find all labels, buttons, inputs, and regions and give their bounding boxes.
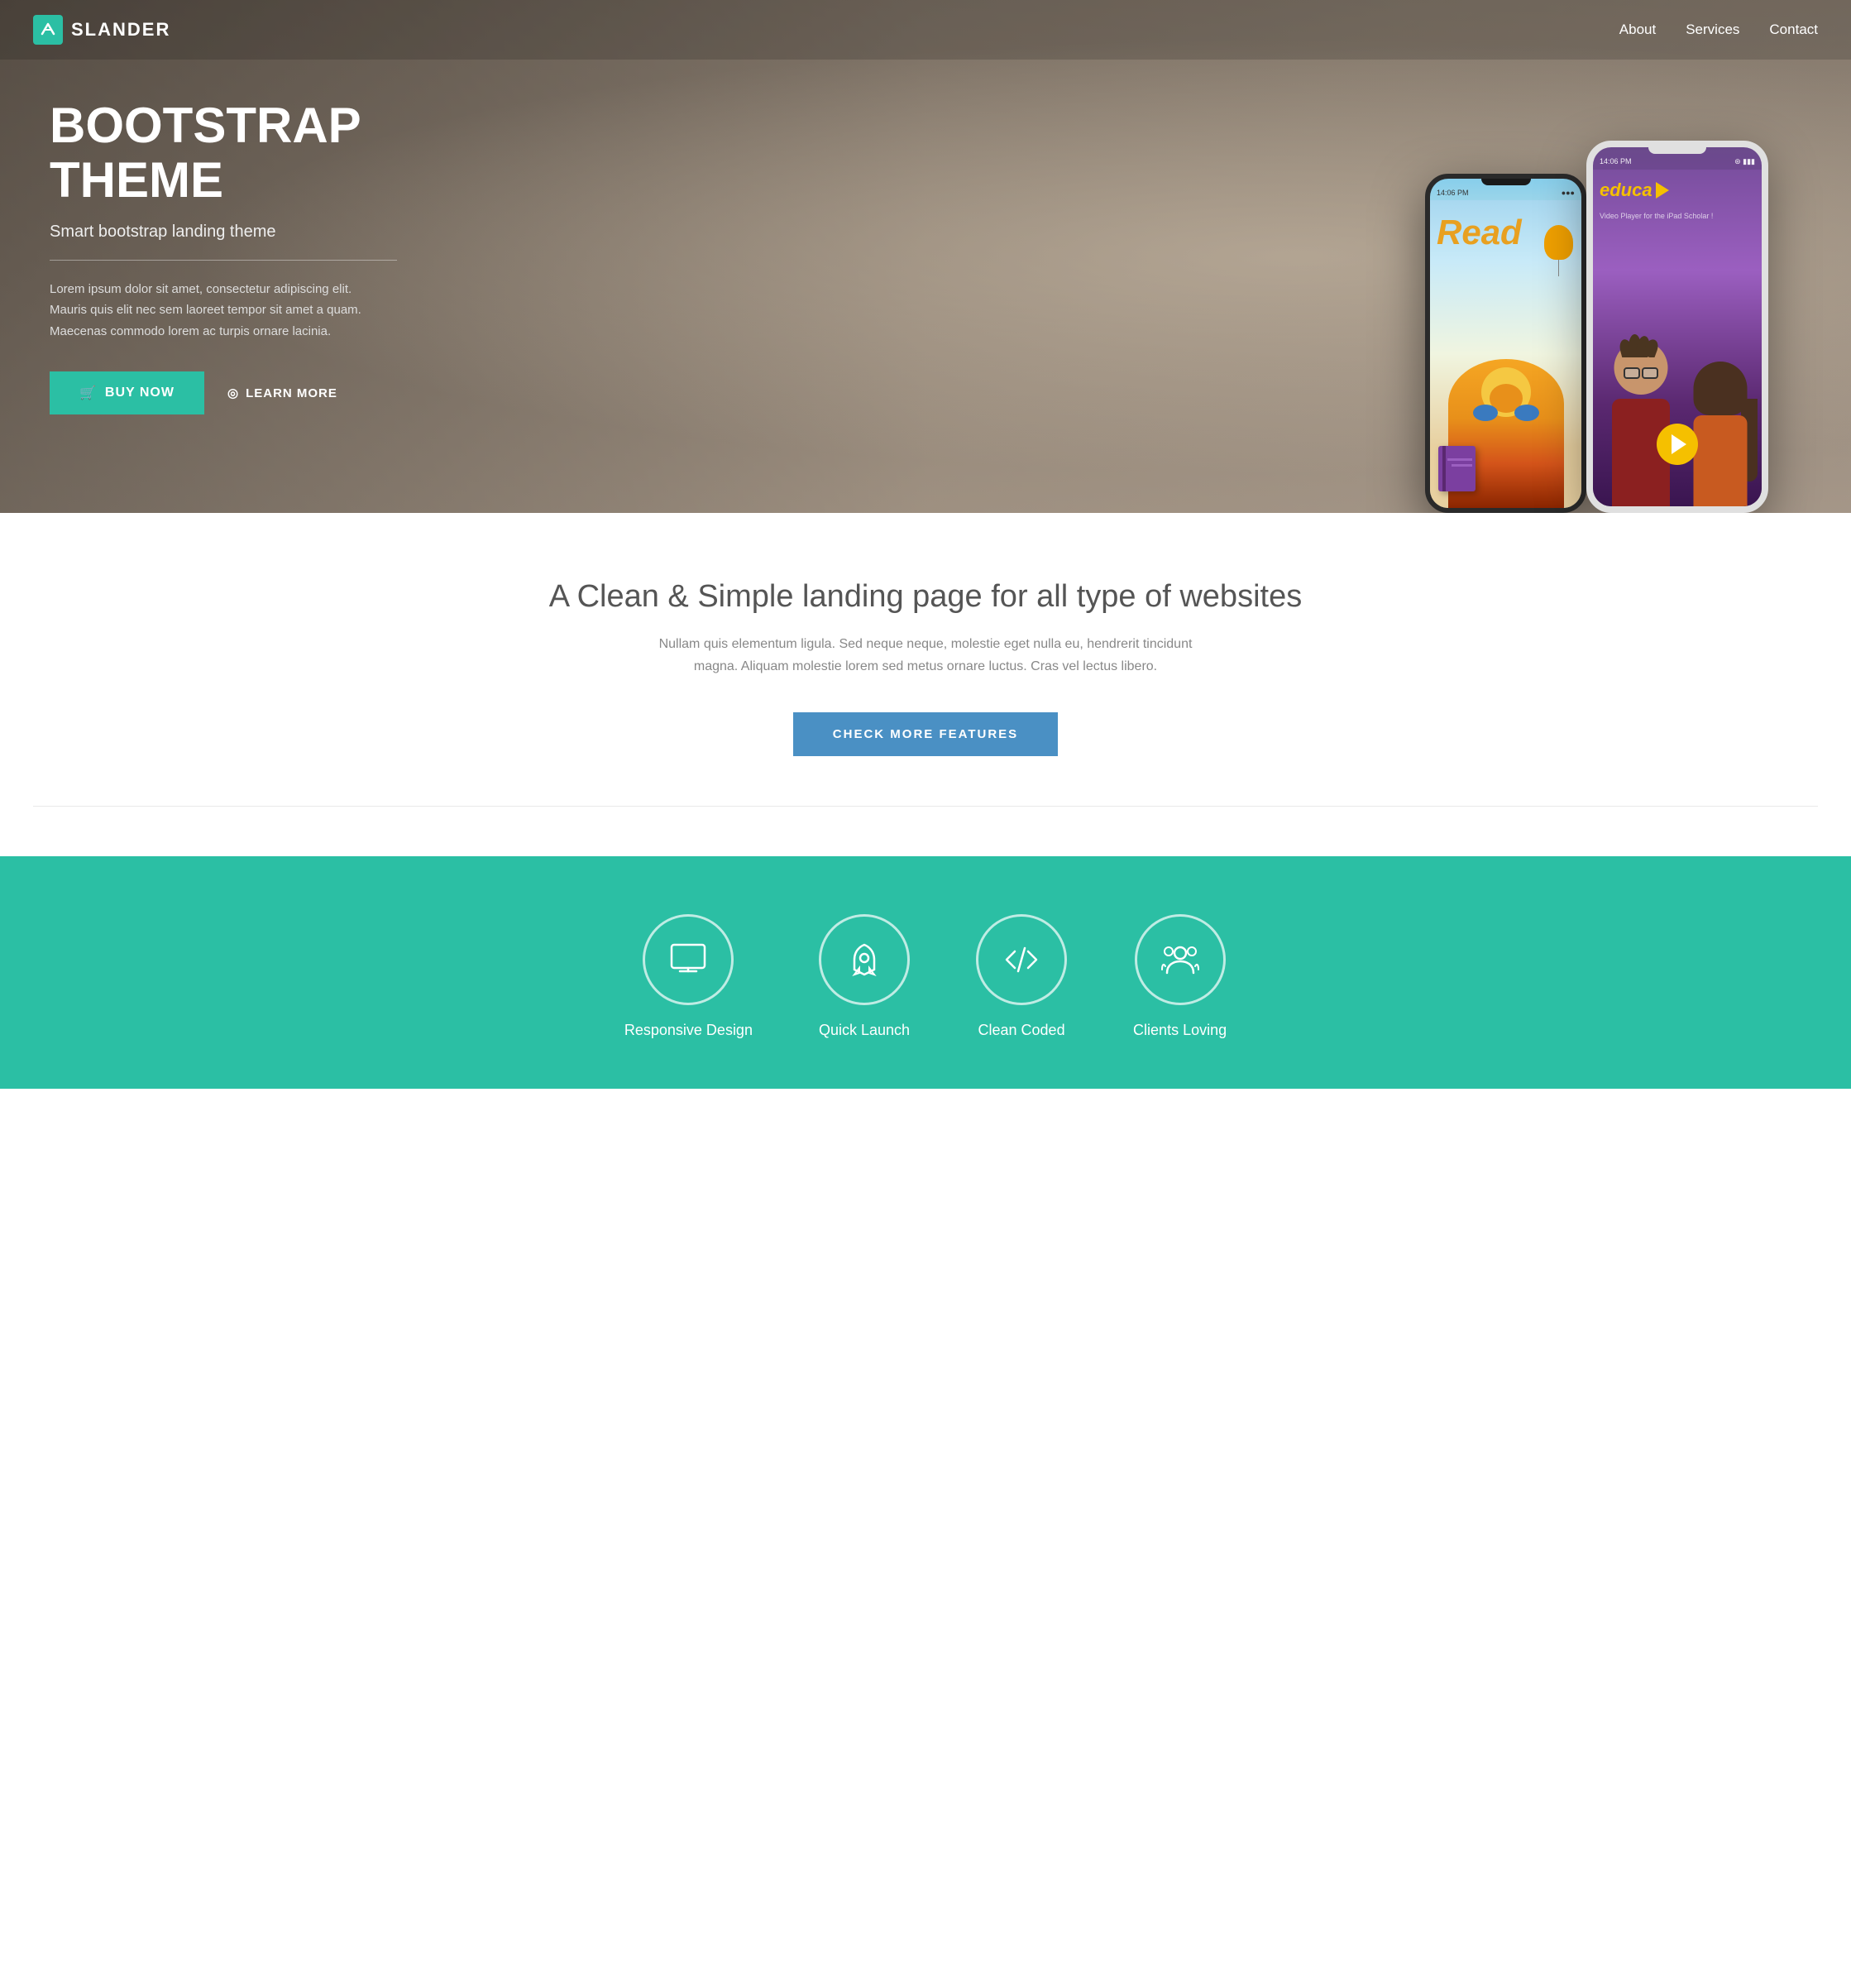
circle-dot-icon: ◎ — [227, 386, 239, 400]
educa-characters — [1593, 324, 1762, 506]
learn-more-button[interactable]: ◎ LEARN MORE — [227, 386, 337, 400]
hero-title: BOOTSTRAPTHEME — [50, 98, 389, 208]
phone-status-white: 14:06 PM ⊛ ▮▮▮ — [1593, 154, 1762, 170]
balloon-illustration — [1544, 225, 1573, 276]
navbar: SLANDER About Services Contact — [0, 0, 1851, 60]
hero-subtitle: Smart bootstrap landing theme — [50, 223, 389, 242]
teal-section: Responsive Design Quick Launch — [0, 856, 1851, 1089]
phone-notch-white — [1648, 147, 1706, 154]
feature-quick-launch: Quick Launch — [819, 914, 910, 1039]
code-icon — [1002, 940, 1041, 980]
hero-divider — [50, 260, 397, 261]
feature-label-clients: Clients Loving — [1133, 1022, 1227, 1039]
educa-subtitle: Video Player for the iPad Scholar ! — [1600, 208, 1755, 223]
read-app-title: Read — [1437, 213, 1522, 252]
features-description: Nullam quis elementum ligula. Sed neque … — [636, 633, 1215, 678]
cart-icon: 🛒 — [79, 385, 97, 401]
rocket-icon — [844, 940, 884, 980]
phone-mockup-black: 14:06 PM ●●● Read — [1425, 174, 1586, 513]
feature-circle-users — [1135, 914, 1226, 1005]
hero-content: BOOTSTRAPTHEME Smart bootstrap landing t… — [0, 98, 438, 415]
buy-now-button[interactable]: 🛒 BUY NOW — [50, 371, 204, 414]
nav-link-about[interactable]: About — [1619, 22, 1656, 37]
hero-description: Lorem ipsum dolor sit amet, consectetur … — [50, 279, 389, 343]
feature-clients-loving: Clients Loving — [1133, 914, 1227, 1039]
features-heading: A Clean & Simple landing page for all ty… — [33, 579, 1818, 615]
feature-clean-coded: Clean Coded — [976, 914, 1067, 1039]
logo[interactable]: SLANDER — [33, 15, 170, 45]
nav-links: About Services Contact — [1619, 22, 1818, 38]
book-illustration — [1438, 446, 1476, 491]
phone-screen-black: 14:06 PM ●●● Read — [1430, 179, 1581, 508]
nav-link-contact[interactable]: Contact — [1769, 22, 1818, 37]
phone-screen-content-white: educa Video Player for the iPad Scholar … — [1593, 170, 1762, 506]
phone-screen-purple: 14:06 PM ⊛ ▮▮▮ educa Video Player for th… — [1593, 147, 1762, 506]
phones-area: 14:06 PM ●●● Read — [833, 0, 1851, 513]
phone-screen-content-black: Read — [1430, 200, 1581, 508]
features-divider — [33, 806, 1818, 807]
phone-notch-black — [1481, 179, 1531, 185]
character-1 — [1601, 341, 1680, 506]
monitor-icon — [668, 940, 708, 980]
users-icon — [1160, 940, 1200, 980]
play-button — [1657, 424, 1698, 465]
features-grid: Responsive Design Quick Launch — [33, 914, 1818, 1039]
feature-label-coded: Clean Coded — [978, 1022, 1065, 1039]
nav-item-services[interactable]: Services — [1686, 22, 1739, 38]
logo-icon — [33, 15, 63, 45]
check-features-button[interactable]: CHECK MORE FEATURES — [793, 712, 1058, 756]
hero-buttons: 🛒 BUY NOW ◎ LEARN MORE — [50, 371, 389, 414]
educa-logo: educa — [1600, 180, 1669, 201]
feature-circle-monitor — [643, 914, 734, 1005]
nav-item-about[interactable]: About — [1619, 22, 1656, 38]
feature-label-responsive: Responsive Design — [624, 1022, 753, 1039]
phone-status-black: 14:06 PM ●●● — [1430, 185, 1581, 200]
nav-link-services[interactable]: Services — [1686, 22, 1739, 37]
hero-section: BOOTSTRAPTHEME Smart bootstrap landing t… — [0, 0, 1851, 513]
feature-circle-rocket — [819, 914, 910, 1005]
feature-circle-code — [976, 914, 1067, 1005]
feature-responsive-design: Responsive Design — [624, 914, 753, 1039]
feature-label-launch: Quick Launch — [819, 1022, 910, 1039]
phone-mockup-white: 14:06 PM ⊛ ▮▮▮ educa Video Player for th… — [1586, 141, 1768, 513]
features-section: A Clean & Simple landing page for all ty… — [0, 513, 1851, 856]
nav-item-contact[interactable]: Contact — [1769, 22, 1818, 38]
logo-text: SLANDER — [71, 19, 170, 41]
